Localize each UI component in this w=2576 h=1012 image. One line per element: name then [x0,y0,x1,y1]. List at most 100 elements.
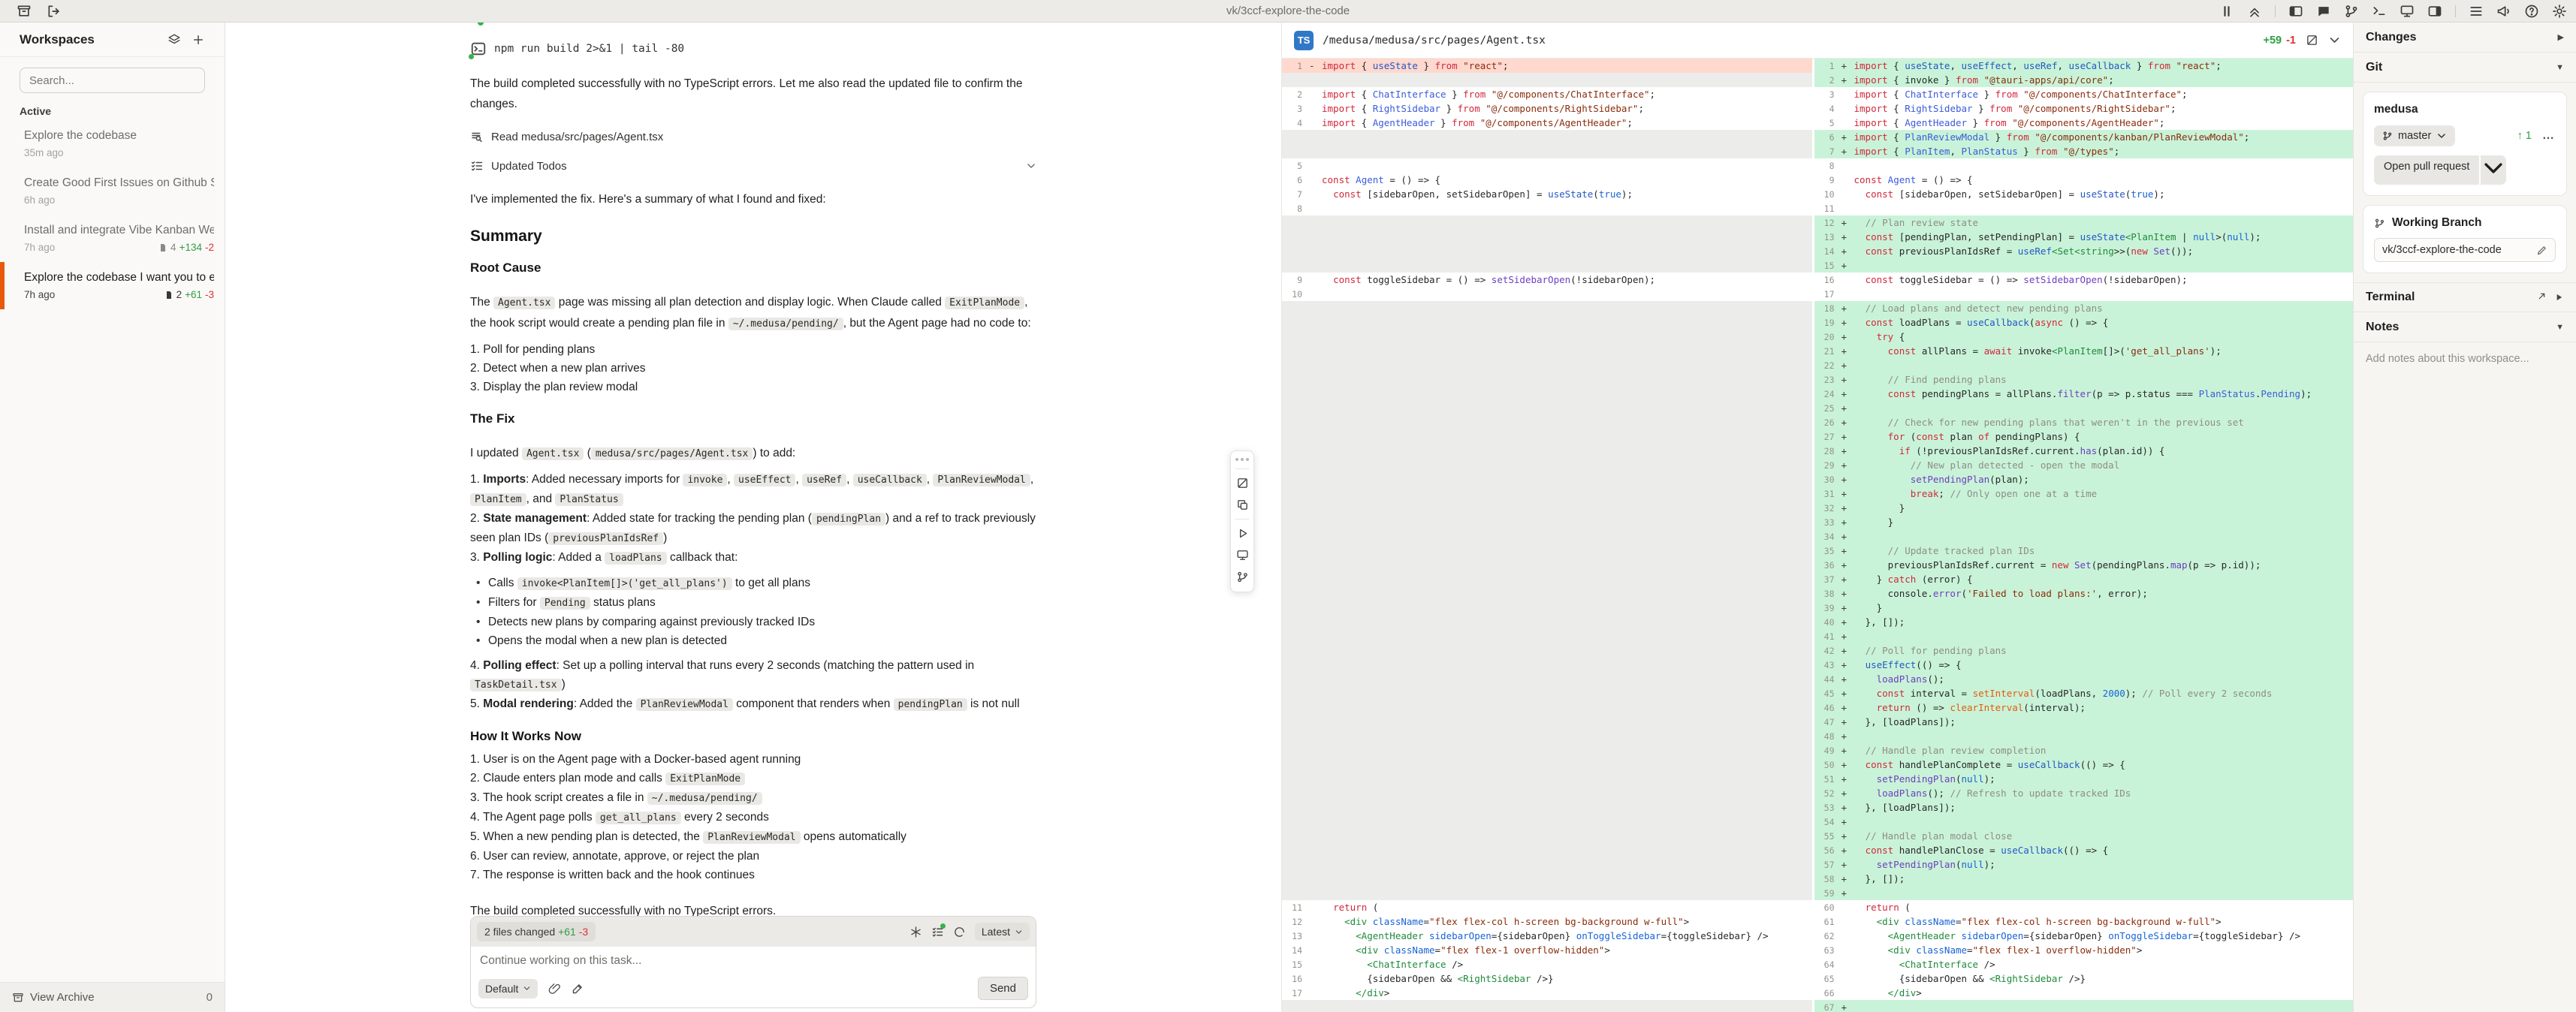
diff-row [1282,601,1812,615]
changes-section-header[interactable]: Changes ▶ [2354,23,2576,53]
chevron-down-icon[interactable] [1026,161,1036,171]
pen-icon[interactable] [572,982,584,995]
additions-count: +61 [185,289,202,300]
expand-icon[interactable] [2535,292,2546,303]
git-branch-icon [2374,218,2385,229]
todos-icon[interactable] [931,926,944,938]
send-button[interactable]: Send [978,977,1028,1000]
collapse-file-icon[interactable] [2328,34,2341,47]
chat-bubble-icon[interactable] [2316,4,2331,19]
pause-icon[interactable] [2219,4,2234,19]
assistant-paragraph: The build completed successfully with no… [470,74,1036,114]
diff-row: 10 const [sidebarOpen, setSidebarOpen] =… [1814,187,2354,201]
code-line: import { PlanItem, PlanStatus } from "@/… [1854,146,2354,157]
line-number: 1 [1282,61,1309,71]
line-number: 2 [1814,75,1842,86]
branch-name-field[interactable]: vk/3ccf-explore-the-code [2374,238,2556,262]
workspace-item[interactable]: Explore the codebase35m ago [0,120,225,167]
pull-request-dropdown[interactable] [2481,155,2506,185]
workspace-item[interactable]: Explore the codebase I want you to expl7… [0,262,225,309]
attach-icon[interactable] [548,982,561,995]
git-section-header[interactable]: Git ▼ [2354,53,2576,83]
inline-code: loadPlans [605,552,666,565]
files-changed-chip[interactable]: 2 files changed +61 -3 [477,922,596,941]
terminal-section-header[interactable]: Terminal [2354,282,2576,312]
diff-row [1282,358,1812,372]
diff-file-header[interactable]: TS /medusa/medusa/src/pages/Agent.tsx +5… [1282,23,2353,59]
line-number: 15 [1282,959,1309,970]
edit-icon[interactable] [2536,245,2547,256]
code-line: import { ChatInterface } from "@/compone… [1322,89,1812,100]
diff-old-column: 1-import { useState } from "react";2impo… [1282,59,1812,1012]
gear-icon[interactable] [2552,4,2567,19]
notes-section-header[interactable]: Notes ▼ [2354,312,2576,342]
monitor-icon[interactable] [1236,549,1249,562]
diff-marker: + [1842,245,1854,257]
play-icon[interactable] [1236,527,1249,540]
line-number: 16 [1814,275,1842,285]
workspace-title: Explore the codebase [24,129,214,143]
diff-view-toggle-icon[interactable] [2306,34,2318,47]
monitor-icon[interactable] [2400,4,2415,19]
diff-row: 8 [1814,158,2354,173]
code-line: }, [loadPlans]); [1854,802,2354,813]
diff-marker: + [1842,317,1854,328]
workspaces-sidebar: Workspaces Active Explore the codebase35… [0,23,225,1012]
tool-call-row[interactable]: Read medusa/src/pages/Agent.tsx [470,130,1036,143]
diff-row: 3import { ChatInterface } from "@/compon… [1814,87,2354,101]
terminal-icon[interactable] [2372,4,2387,19]
search-input[interactable] [29,74,195,87]
help-icon[interactable] [2524,4,2539,19]
notes-placeholder[interactable]: Add notes about this workspace... [2354,342,2576,375]
workspace-search[interactable] [20,68,205,93]
additions-count: +59 [2263,35,2282,47]
diff-split-view[interactable]: 1-import { useState } from "react";2impo… [1282,59,2353,1012]
drag-handle-icon[interactable] [1235,455,1249,465]
mode-dropdown[interactable]: Default [478,979,538,998]
diff-viewer: TS /medusa/medusa/src/pages/Agent.tsx +5… [1281,23,2353,1012]
line-number: 28 [1814,446,1842,456]
diff-marker: + [1842,545,1854,556]
message-input[interactable]: Continue working on this task... [471,947,1036,972]
file-icon [164,290,173,300]
tool-label: Read medusa/src/pages/Agent.tsx [491,131,663,143]
diff-marker: + [1842,887,1854,899]
open-pull-request-button[interactable]: Open pull request [2374,155,2479,185]
more-options-icon[interactable]: … [2542,129,2556,143]
code-line: const toggleSidebar = () => setSidebarOp… [1854,274,2354,285]
chevrons-up-icon[interactable] [2247,4,2262,19]
view-archive-button[interactable]: View Archive 0 [0,982,225,1012]
latest-dropdown[interactable]: Latest [975,923,1030,941]
diff-marker: + [1842,574,1854,585]
diff-row: 6const Agent = () => { [1282,173,1812,187]
git-branch-icon[interactable] [2344,4,2359,19]
megaphone-icon[interactable] [2496,4,2511,19]
git-branch-icon[interactable] [1236,571,1249,583]
branch-selector[interactable]: master [2374,125,2455,146]
diff-marker: + [1842,659,1854,670]
diff-row [1282,715,1812,729]
workspace-item[interactable]: Create Good First Issues on Github So p6… [0,167,225,215]
diff-toggle-icon[interactable] [1236,477,1249,489]
code-line: </div> [1854,987,2354,998]
diff-row [1282,130,1812,144]
list-item: 1. User is on the Agent page with a Dock… [470,750,1036,769]
chat-scroll-area[interactable]: npm run build 2>&1 | tail -80The build c… [225,23,1281,916]
workspace-item[interactable]: Install and integrate Vibe Kanban Web C7… [0,215,225,262]
line-number: 66 [1814,988,1842,998]
code-line: const Agent = () => { [1854,174,2354,185]
sparkle-icon[interactable] [909,926,922,938]
line-number: 18 [1814,303,1842,314]
panel-right-icon[interactable] [2427,4,2442,19]
assistant-paragraph: I updated Agent.tsx (medusa/src/pages/Ag… [470,443,1036,464]
add-workspace-icon[interactable] [192,33,205,47]
play-icon[interactable] [2553,292,2564,303]
menu-icon[interactable] [2469,4,2484,19]
copy-icon[interactable] [1236,498,1249,511]
line-number: 30 [1814,474,1842,485]
tool-call-row[interactable]: Updated Todos [470,159,1036,173]
layers-icon[interactable] [167,33,181,47]
line-number: 56 [1814,845,1842,856]
line-number: 37 [1814,574,1842,585]
panel-left-icon[interactable] [2288,4,2303,19]
